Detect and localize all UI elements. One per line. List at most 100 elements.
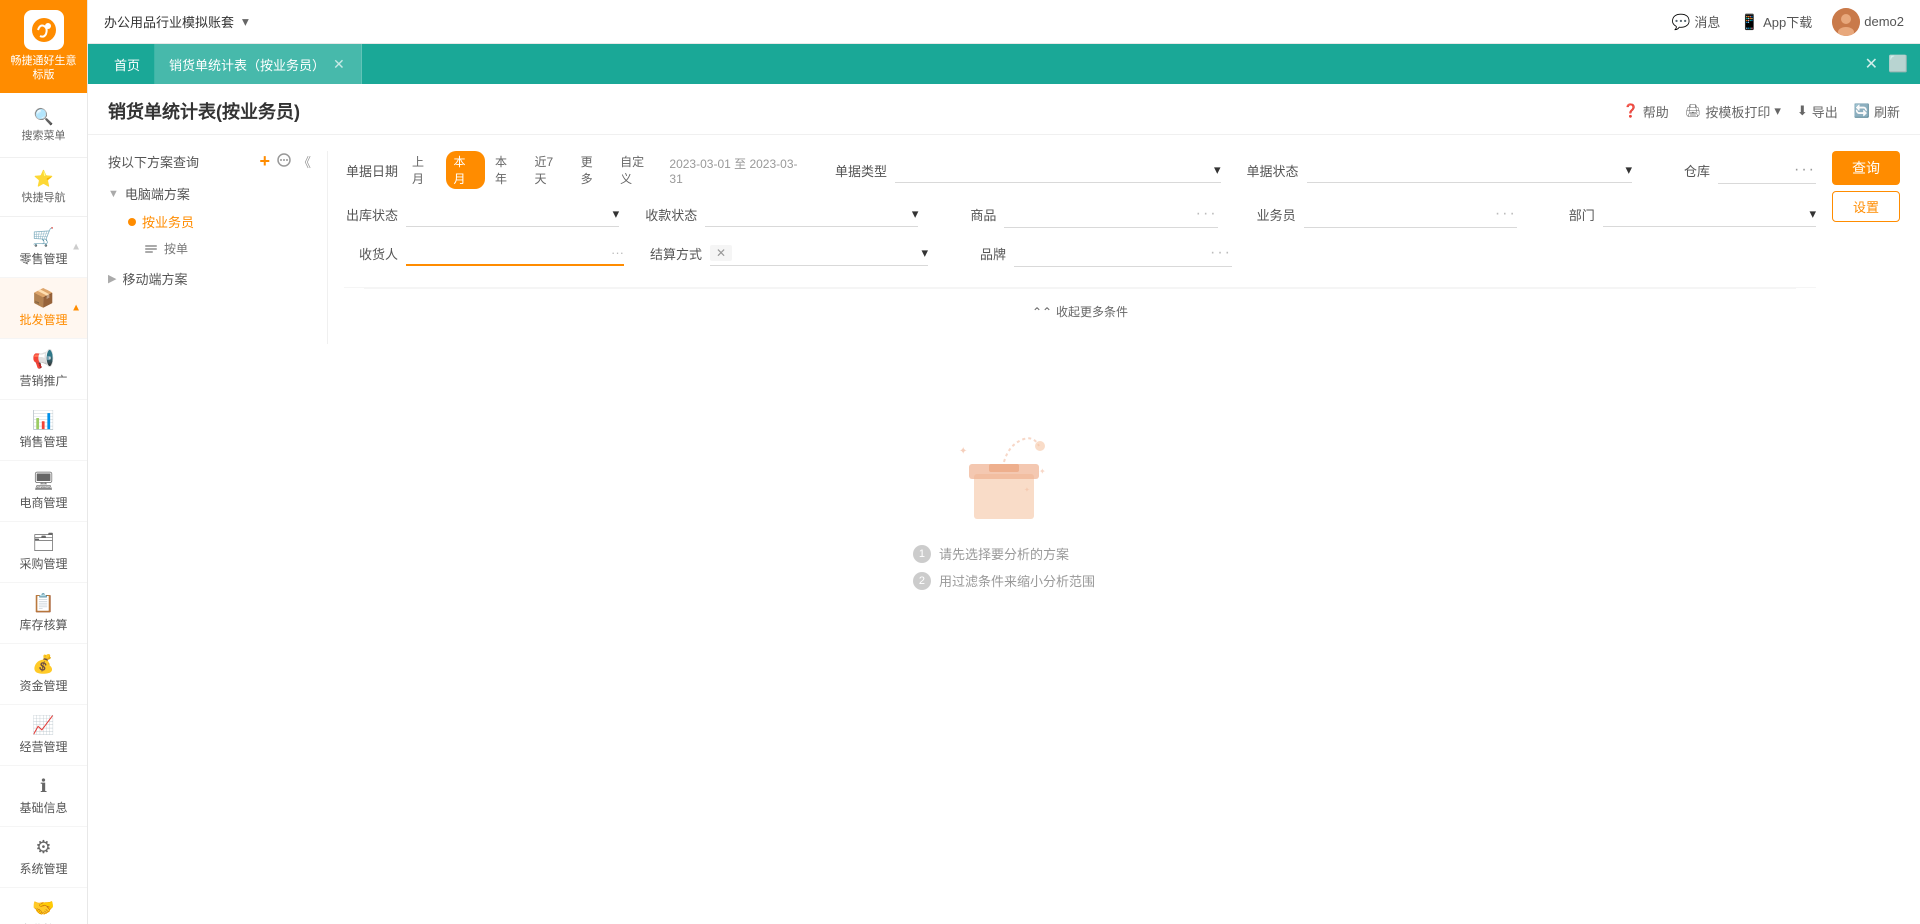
brand-input[interactable]: ··· <box>1014 240 1232 267</box>
tabbar: 首页 销货单统计表（按业务员） ✕ ✕ ⬜ <box>88 44 1920 84</box>
help-icon: ❓ <box>1623 103 1639 119</box>
date-tabs: 上月 本月 本年 近7天 更多 自定义 <box>406 151 661 189</box>
sidebar-item-marketing[interactable]: 📢 营销推广 <box>0 339 87 400</box>
collapse-more-btn[interactable]: ⌃⌃ 收起更多条件 <box>1016 297 1144 326</box>
date-tab-thisyear[interactable]: 本年 <box>489 151 525 189</box>
dept-label: 部门 <box>1541 205 1595 224</box>
doc-type-select[interactable]: ▾ <box>895 158 1221 183</box>
doc-status-select[interactable]: ▾ <box>1307 158 1633 183</box>
date-tab-lastmonth[interactable]: 上月 <box>406 151 442 189</box>
filter-row-1: 单据日期 上月 本月 本年 近7天 更多 自定义 20 <box>344 151 1816 189</box>
date-tab-more[interactable]: 更多 <box>575 151 611 189</box>
template-print-btn[interactable]: 🖨 按模板打印 ▾ <box>1685 102 1781 121</box>
sidebar-item-system[interactable]: ⚙ 系统管理 <box>0 827 87 888</box>
tabbar-right: ✕ ⬜ <box>1865 54 1908 74</box>
sidebar-item-ecommerce[interactable]: 🖥 电商管理 <box>0 461 87 522</box>
empty-tip-1: 1 请先选择要分析的方案 <box>913 544 1095 563</box>
scheme-edit-btn[interactable] <box>276 151 292 172</box>
sidebar-item-purchase[interactable]: 🗂 采购管理 <box>0 522 87 583</box>
filter-area: 按以下方案查询 + 《 ▼ 电脑端方案 <box>88 135 1920 344</box>
logo-icon <box>24 10 64 50</box>
tab-sales-stat[interactable]: 销货单统计表（按业务员） ✕ <box>155 44 362 84</box>
doc-status-label: 单据状态 <box>1245 161 1299 180</box>
tab-close-btn[interactable]: ✕ <box>331 56 347 73</box>
finance-icon: 💰 <box>32 654 54 675</box>
consignee-input[interactable]: ··· <box>406 241 624 266</box>
dept-select[interactable]: ▾ <box>1603 202 1816 227</box>
svg-text:✦: ✦ <box>1039 467 1046 476</box>
scheme-sub-item-by-order[interactable]: 按单 <box>108 236 311 261</box>
sidebar-item-wholesale[interactable]: 📦 批发管理 ▲ <box>0 278 87 339</box>
tab-close-window-btn[interactable]: ✕ <box>1865 54 1878 74</box>
topbar-left: 办公用品行业模拟账套 ▾ <box>104 12 249 31</box>
settings-btn[interactable]: 设置 <box>1832 191 1900 222</box>
message-btn[interactable]: 💬 消息 <box>1672 12 1721 31</box>
filter-field-doc-type: 单据类型 ▾ <box>833 158 1221 183</box>
refresh-icon: 🔄 <box>1854 103 1870 119</box>
filter-field-salesman: 业务员 ··· <box>1242 201 1517 228</box>
date-tab-last7days[interactable]: 近7天 <box>529 151 571 189</box>
scheme-dot <box>128 218 136 226</box>
filter-field-dept: 部门 ▾ <box>1541 202 1816 227</box>
help-btn[interactable]: ❓ 帮助 <box>1623 102 1669 121</box>
page-content: 销货单统计表(按业务员) ❓ 帮助 🖨 按模板打印 ▾ ⬇ 导出 🔄 刷新 <box>88 84 1920 924</box>
warehouse-input[interactable]: ··· <box>1718 157 1816 184</box>
topbar-dropdown-btn[interactable]: ▾ <box>242 14 249 30</box>
sidebar-item-finance[interactable]: 💰 资金管理 <box>0 644 87 705</box>
out-status-select[interactable]: ▾ <box>406 202 619 227</box>
filter-field-date: 单据日期 上月 本月 本年 近7天 更多 自定义 20 <box>344 151 809 189</box>
scheme-add-btn[interactable]: + <box>259 151 270 172</box>
salesman-input[interactable]: ··· <box>1304 201 1517 228</box>
receipt-status-select[interactable]: ▾ <box>705 202 918 227</box>
payment-select[interactable]: ✕ ▾ <box>710 241 928 266</box>
tab-home[interactable]: 首页 <box>100 44 155 84</box>
logo-text: 畅捷通好生意 标版 <box>6 54 81 83</box>
scheme-group-mobile-header[interactable]: ▶ 移动端方案 <box>108 265 311 292</box>
scheme-item-by-salesman[interactable]: 按业务员 <box>108 207 311 236</box>
payment-dropdown-icon: ▾ <box>921 245 928 261</box>
page-header-actions: ❓ 帮助 🖨 按模板打印 ▾ ⬇ 导出 🔄 刷新 <box>1623 102 1900 121</box>
scheme-collapse-btn[interactable]: 《 <box>298 151 311 172</box>
action-buttons: 查询 设置 <box>1832 151 1900 344</box>
filter-field-warehouse: 仓库 ··· <box>1656 157 1816 184</box>
page-title: 销货单统计表(按业务员) <box>108 98 300 124</box>
date-filter: 上月 本月 本年 近7天 更多 自定义 2023-03-01 至 2023-03… <box>406 151 809 189</box>
goods-input[interactable]: ··· <box>1004 201 1217 228</box>
date-range-text: 2023-03-01 至 2023-03-31 <box>669 155 809 186</box>
query-btn[interactable]: 查询 <box>1832 151 1900 185</box>
filter-field-goods: 商品 ··· <box>942 201 1217 228</box>
consignee-label: 收货人 <box>344 244 398 263</box>
sidebar: 畅捷通好生意 标版 🔍 搜索菜单 ⭐ 快捷导航 🛒 零售管理 ▲ 📦 批发管理 … <box>0 0 88 924</box>
goods-label: 商品 <box>942 205 996 224</box>
scheme-panel-header: 按以下方案查询 + 《 <box>108 151 311 172</box>
sales-icon: 📊 <box>32 410 54 431</box>
sidebar-item-enterprise[interactable]: 🤝 企业协同 <box>0 888 87 924</box>
scheme-group-desktop-header[interactable]: ▼ 电脑端方案 <box>108 180 311 207</box>
basic-icon: ℹ <box>40 776 47 797</box>
filter-field-payment: 结算方式 ✕ ▾ <box>648 241 928 266</box>
scheme-panel-actions: + 《 <box>259 151 311 172</box>
date-tab-custom[interactable]: 自定义 <box>614 151 661 189</box>
collapse-row: ⌃⌃ 收起更多条件 <box>364 288 1796 344</box>
sidebar-item-retail[interactable]: 🛒 零售管理 ▲ <box>0 217 87 278</box>
export-btn[interactable]: ⬇ 导出 <box>1797 102 1838 121</box>
topbar-right: 💬 消息 📱 App下载 demo2 <box>1672 8 1904 36</box>
quicknav-btn[interactable]: ⭐ 快捷导航 <box>4 164 83 210</box>
search-menu-btn[interactable]: 🔍 搜索菜单 <box>4 101 83 149</box>
payment-tag-close-btn[interactable]: ✕ <box>716 246 726 260</box>
date-tab-thismonth[interactable]: 本月 <box>446 151 486 189</box>
sidebar-item-operation[interactable]: 📈 经营管理 <box>0 705 87 766</box>
filter-field-out-status: 出库状态 ▾ <box>344 202 619 227</box>
sidebar-logo[interactable]: 畅捷通好生意 标版 <box>0 0 87 93</box>
sidebar-item-inventory[interactable]: 📋 库存核算 <box>0 583 87 644</box>
app-download-btn[interactable]: 📱 App下载 <box>1740 12 1812 31</box>
sidebar-item-basic[interactable]: ℹ 基础信息 <box>0 766 87 827</box>
filter-field-consignee: 收货人 ··· <box>344 241 624 266</box>
tab-maximize-btn[interactable]: ⬜ <box>1888 54 1908 74</box>
sidebar-item-sales[interactable]: 📊 销售管理 <box>0 400 87 461</box>
scheme-group-desktop: ▼ 电脑端方案 按业务员 按单 <box>108 180 311 261</box>
filter-rows: 单据日期 上月 本月 本年 近7天 更多 自定义 20 <box>344 151 1816 288</box>
refresh-btn[interactable]: 🔄 刷新 <box>1854 102 1900 121</box>
avatar <box>1832 8 1860 36</box>
user-menu-btn[interactable]: demo2 <box>1832 8 1904 36</box>
